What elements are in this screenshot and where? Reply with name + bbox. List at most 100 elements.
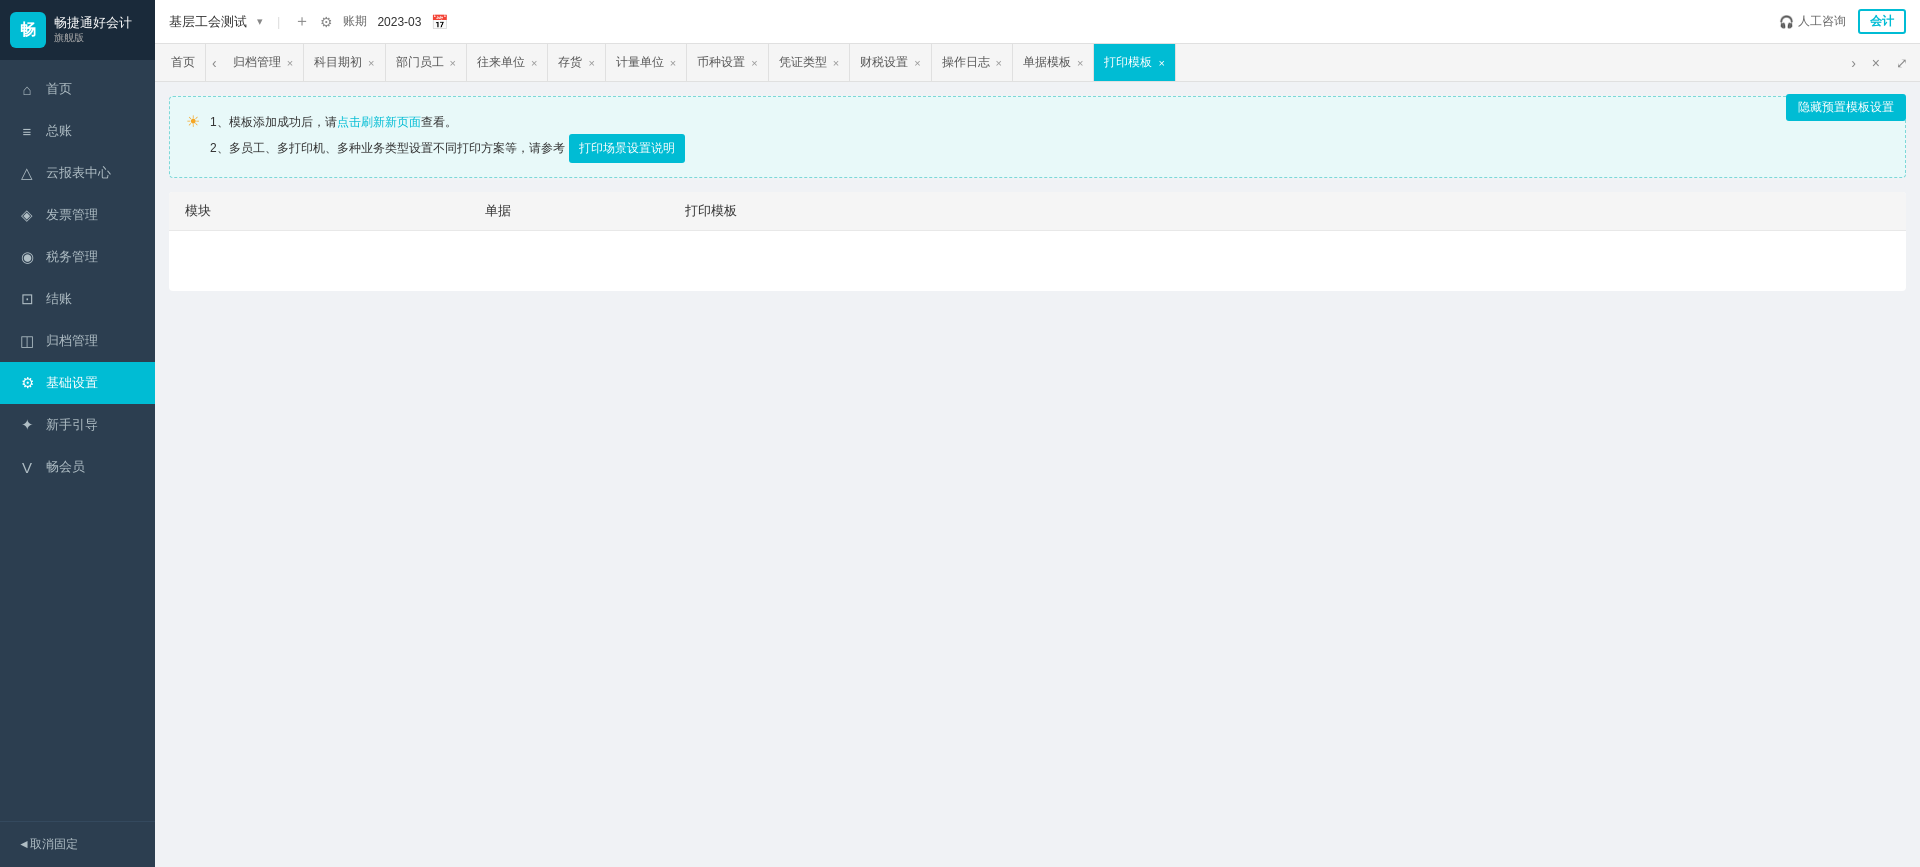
tab-print-template[interactable]: 打印模板 × (1094, 44, 1175, 82)
settle-icon: ⊡ (18, 290, 36, 308)
sidebar-label-archive: 归档管理 (46, 332, 98, 350)
tab-nav-prev[interactable]: ‹ (206, 44, 223, 82)
kuaiji-button[interactable]: 会计 (1858, 9, 1906, 34)
tab-archive-mgmt-label: 归档管理 (233, 54, 281, 71)
tab-inventory-close[interactable]: × (588, 57, 594, 69)
tab-dept-staff-label: 部门员工 (396, 54, 444, 71)
tax-icon: ◉ (18, 248, 36, 266)
tab-measure-unit-close[interactable]: × (670, 57, 676, 69)
tab-dept-staff-close[interactable]: × (450, 57, 456, 69)
sidebar-item-archive[interactable]: ◫ 归档管理 (0, 320, 155, 362)
tab-voucher-type-label: 凭证类型 (779, 54, 827, 71)
info-line2: 2、多员工、多打印机、多种业务类型设置不同打印方案等，请参考打印场景设置说明 (210, 134, 685, 163)
tab-currency[interactable]: 币种设置 × (687, 44, 768, 82)
logo-version: 旗舰版 (54, 31, 132, 45)
tab-print-template-label: 打印模板 (1104, 54, 1152, 71)
content-area: 隐藏预置模板设置 ☀ 1、模板添加成功后，请点击刷新新页面查看。 2、多员工、多… (155, 82, 1920, 867)
sidebar-label-home: 首页 (46, 80, 72, 98)
tab-close-all[interactable]: × (1866, 44, 1886, 82)
tab-subject-period[interactable]: 科目期初 × (304, 44, 385, 82)
sidebar-item-guide[interactable]: ✦ 新手引导 (0, 404, 155, 446)
info-box: ☀ 1、模板添加成功后，请点击刷新新页面查看。 2、多员工、多打印机、多种业务类… (169, 96, 1906, 178)
tab-supplier-close[interactable]: × (531, 57, 537, 69)
sidebar-item-vip[interactable]: V 畅会员 (0, 446, 155, 488)
sidebar-item-settle[interactable]: ⊡ 结账 (0, 278, 155, 320)
ledger-icon: ≡ (18, 123, 36, 140)
tab-inventory[interactable]: 存货 × (548, 44, 605, 82)
logo-name: 畅捷通好会计 (54, 15, 132, 32)
tab-expand[interactable]: ⤢ (1890, 44, 1914, 82)
table-header: 模块 单据 打印模板 (169, 192, 1906, 231)
unpin-label: ◄取消固定 (18, 836, 78, 853)
sidebar-item-invoice[interactable]: ◈ 发票管理 (0, 194, 155, 236)
info-line2-before: 2、多员工、多打印机、多种业务类型设置不同打印方案等，请参考 (210, 141, 565, 155)
tab-op-log-label: 操作日志 (942, 54, 990, 71)
tab-supplier[interactable]: 往来单位 × (467, 44, 548, 82)
tab-single-template[interactable]: 单据模板 × (1013, 44, 1094, 82)
tab-dept-staff[interactable]: 部门员工 × (386, 44, 467, 82)
info-text: 1、模板添加成功后，请点击刷新新页面查看。 2、多员工、多打印机、多种业务类型设… (210, 111, 685, 163)
table-body (169, 231, 1906, 291)
sidebar-label-ledger: 总账 (46, 122, 72, 140)
sidebar-label-vip: 畅会员 (46, 458, 85, 476)
invoice-icon: ◈ (18, 206, 36, 224)
unpin-button[interactable]: ◄取消固定 (0, 821, 155, 867)
sidebar-item-ledger[interactable]: ≡ 总账 (0, 110, 155, 152)
col-module: 模块 (169, 192, 469, 230)
tab-subject-period-close[interactable]: × (368, 57, 374, 69)
tab-single-template-close[interactable]: × (1077, 57, 1083, 69)
sidebar-label-basic: 基础设置 (46, 374, 98, 392)
tab-measure-unit[interactable]: 计量单位 × (606, 44, 687, 82)
calendar-icon[interactable]: 📅 (431, 14, 448, 30)
sidebar: 畅 畅捷通好会计 旗舰版 ⌂ 首页 ≡ 总账 △ 云报表中心 ◈ 发票管理 ◉ … (0, 0, 155, 867)
tab-archive-mgmt[interactable]: 归档管理 × (223, 44, 304, 82)
tab-subject-period-label: 科目期初 (314, 54, 362, 71)
info-line1-after: 查看。 (421, 115, 457, 129)
tab-voucher-type[interactable]: 凭证类型 × (769, 44, 850, 82)
tab-currency-label: 币种设置 (697, 54, 745, 71)
top-bar-right: 🎧 人工咨询 会计 (1779, 9, 1906, 34)
tab-currency-close[interactable]: × (751, 57, 757, 69)
tab-op-log[interactable]: 操作日志 × (932, 44, 1013, 82)
sidebar-nav: ⌂ 首页 ≡ 总账 △ 云报表中心 ◈ 发票管理 ◉ 税务管理 ⊡ 结账 ◫ 归… (0, 60, 155, 821)
tab-nav-next[interactable]: › (1845, 44, 1862, 82)
sidebar-label-invoice: 发票管理 (46, 206, 98, 224)
info-line1-before: 1、模板添加成功后，请 (210, 115, 337, 129)
tab-print-template-close[interactable]: × (1158, 57, 1164, 69)
reports-icon: △ (18, 164, 36, 182)
tab-bar-end: › × ⤢ (1845, 44, 1914, 82)
sidebar-item-basic[interactable]: ⚙ 基础设置 (0, 362, 155, 404)
tab-archive-mgmt-close[interactable]: × (287, 57, 293, 69)
guide-icon: ✦ (18, 416, 36, 434)
add-company-button[interactable]: ＋ (294, 11, 310, 32)
sidebar-label-reports: 云报表中心 (46, 164, 111, 182)
hide-template-label: 隐藏预置模板设置 (1798, 100, 1894, 114)
tab-voucher-type-close[interactable]: × (833, 57, 839, 69)
print-scene-button[interactable]: 打印场景设置说明 (569, 134, 685, 163)
company-name: 基层工会测试 (169, 13, 247, 31)
logo-icon: 畅 (10, 12, 46, 48)
refresh-link[interactable]: 点击刷新新页面 (337, 115, 421, 129)
headset-icon: 🎧 (1779, 15, 1794, 29)
tab-tax-settings[interactable]: 财税设置 × (850, 44, 931, 82)
service-label: 人工咨询 (1798, 13, 1846, 30)
basic-icon: ⚙ (18, 374, 36, 392)
sidebar-item-reports[interactable]: △ 云报表中心 (0, 152, 155, 194)
tab-op-log-close[interactable]: × (996, 57, 1002, 69)
settings-gear-button[interactable]: ⚙ (320, 14, 333, 30)
tab-tax-settings-label: 财税设置 (860, 54, 908, 71)
company-dropdown-icon[interactable]: ▾ (257, 15, 263, 28)
service-button[interactable]: 🎧 人工咨询 (1779, 13, 1846, 30)
info-line1: 1、模板添加成功后，请点击刷新新页面查看。 (210, 111, 685, 134)
tab-home[interactable]: 首页 (161, 44, 206, 82)
sidebar-label-guide: 新手引导 (46, 416, 98, 434)
sidebar-item-tax[interactable]: ◉ 税务管理 (0, 236, 155, 278)
tab-tax-settings-close[interactable]: × (914, 57, 920, 69)
col-print: 打印模板 (669, 192, 1906, 230)
period-label: 账期 (343, 13, 367, 30)
tab-inventory-label: 存货 (558, 54, 582, 71)
hide-template-button[interactable]: 隐藏预置模板设置 (1786, 94, 1906, 121)
main-area: 基层工会测试 ▾ | ＋ ⚙ 账期 2023-03 📅 🎧 人工咨询 会计 首页… (155, 0, 1920, 867)
sidebar-item-home[interactable]: ⌂ 首页 (0, 68, 155, 110)
sidebar-label-settle: 结账 (46, 290, 72, 308)
